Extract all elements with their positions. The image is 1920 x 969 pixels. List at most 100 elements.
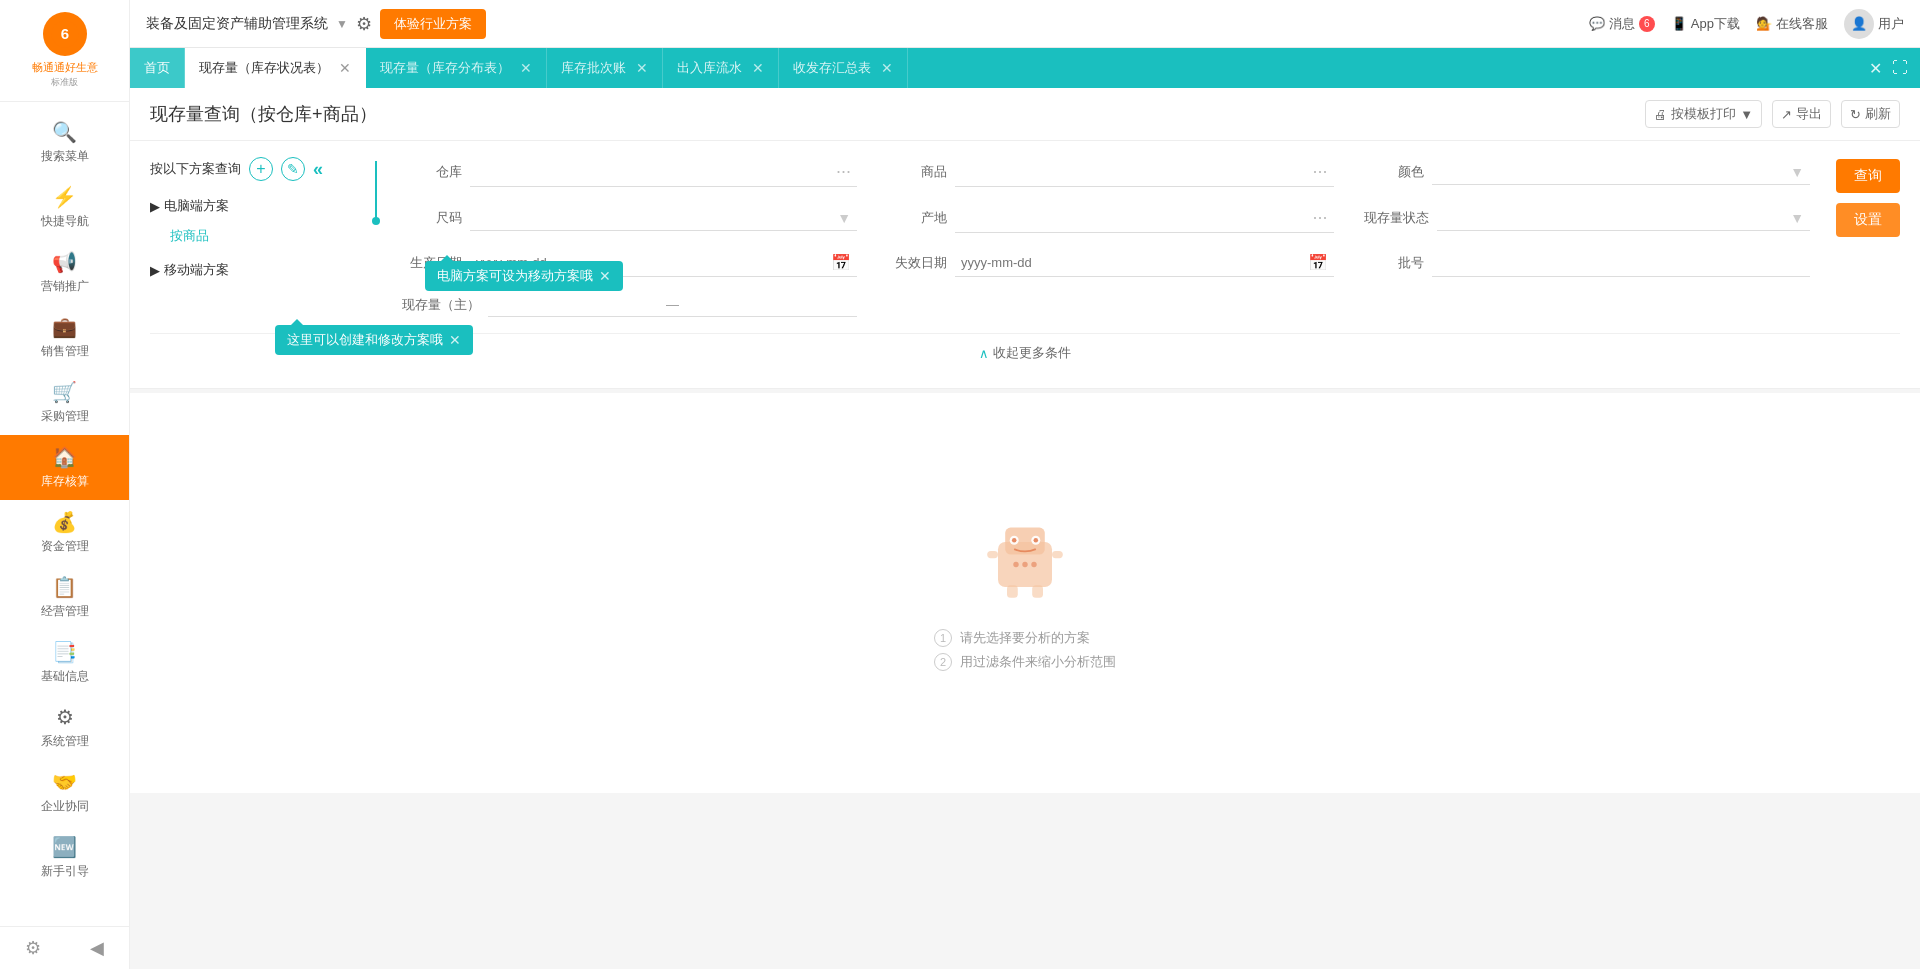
size-label: 尺码 [402, 209, 462, 227]
origin-label: 产地 [887, 209, 947, 227]
tabs-close-all-btn[interactable]: ✕ [1869, 59, 1882, 78]
svg-point-7 [1034, 538, 1039, 543]
tooltip-edit: 这里可以创建和修改方案哦 ✕ [275, 325, 473, 355]
sidebar-item-purchase[interactable]: 🛒 采购管理 [0, 370, 129, 435]
sidebar-label-system: 系统管理 [41, 733, 89, 750]
sidebar-item-enterprise[interactable]: 🤝 企业协同 [0, 760, 129, 825]
header-settings-icon[interactable]: ⚙ [356, 13, 372, 35]
enterprise-icon: 🤝 [52, 770, 77, 794]
sidebar: 6 畅通通好生意 标准版 🔍 搜索菜单 ⚡ 快捷导航 📢 营销推广 💼 销售管理… [0, 0, 130, 969]
sidebar-item-quicknav[interactable]: ⚡ 快捷导航 [0, 175, 129, 240]
logo-area: 6 畅通通好生意 标准版 [0, 0, 129, 102]
scheme-pc-default-label: 按商品 [170, 227, 209, 245]
settings-bottom-btn[interactable]: ⚙ [25, 937, 41, 959]
tab-inventory-status[interactable]: 现存量（库存状况表） ✕ [185, 48, 366, 88]
refresh-btn[interactable]: ↻ 刷新 [1841, 100, 1900, 128]
industry-btn[interactable]: 体验行业方案 [380, 9, 486, 39]
tooltip-scheme-text: 电脑方案可设为移动方案哦 [437, 267, 593, 285]
sidebar-item-system[interactable]: ⚙ 系统管理 [0, 695, 129, 760]
empty-state: 1 请先选择要分析的方案 2 用过滤条件来缩小分析范围 [130, 393, 1920, 793]
operations-icon: 📋 [52, 575, 77, 599]
tab-receive-summary[interactable]: 收发存汇总表 ✕ [779, 48, 908, 88]
scheme-mobile[interactable]: ▶ 移动端方案 [150, 257, 350, 283]
tab-home[interactable]: 首页 [130, 48, 185, 88]
field-warehouse: 仓库 ··· [402, 157, 857, 187]
tab-close-inout-flow[interactable]: ✕ [752, 60, 764, 76]
scheme-back-btn[interactable]: « [313, 159, 323, 180]
warehouse-dots-icon[interactable]: ··· [836, 161, 851, 182]
scheme-edit-btn[interactable]: ✎ [281, 157, 305, 181]
system-name: 装备及固定资产辅助管理系统 [146, 15, 328, 33]
print-template-btn[interactable]: 🖨 按模板打印 ▼ [1645, 100, 1762, 128]
tabs-maximize-btn[interactable]: ⛶ [1892, 59, 1908, 77]
expire-date-label: 失效日期 [887, 254, 947, 272]
reset-btn[interactable]: 设置 [1836, 203, 1900, 237]
tab-close-inventory-dist[interactable]: ✕ [520, 60, 532, 76]
search-btn[interactable]: 查询 [1836, 159, 1900, 193]
scheme-pc-default[interactable]: 按商品 [150, 223, 350, 249]
scheme-add-btn[interactable]: + [249, 157, 273, 181]
page-actions: 🖨 按模板打印 ▼ ↗ 导出 ↻ 刷新 [1645, 100, 1900, 128]
tab-home-label: 首页 [144, 59, 170, 77]
goods-dots-icon[interactable]: ··· [1312, 161, 1327, 182]
tab-batch-ledger[interactable]: 库存批次账 ✕ [547, 48, 663, 88]
tab-close-inventory-status[interactable]: ✕ [339, 60, 351, 76]
batch-no-input[interactable] [1438, 256, 1805, 271]
tab-close-batch-ledger[interactable]: ✕ [636, 60, 648, 76]
finance-icon: 💰 [52, 510, 77, 534]
app-label: App下载 [1691, 15, 1740, 33]
scheme-mobile-arrow: ▶ [150, 263, 160, 278]
prod-date-calendar-icon[interactable]: 📅 [831, 253, 851, 272]
user-area[interactable]: 👤 用户 [1844, 9, 1904, 39]
guide-icon: 🆕 [52, 835, 77, 859]
scheme-mobile-label: 移动端方案 [164, 261, 229, 279]
svg-point-13 [1022, 562, 1027, 567]
main-content: 现存量查询（按仓库+商品） 🖨 按模板打印 ▼ ↗ 导出 ↻ 刷新 按以下方案查… [130, 88, 1920, 969]
collapse-label: 收起更多条件 [993, 344, 1071, 362]
empty-hint-2-text: 用过滤条件来缩小分析范围 [960, 653, 1116, 671]
stock-main-max-input[interactable] [683, 297, 851, 312]
tab-inventory-dist[interactable]: 现存量（库存分布表） ✕ [366, 48, 547, 88]
tab-inout-flow[interactable]: 出入库流水 ✕ [663, 48, 779, 88]
system-dropdown[interactable]: ▼ [336, 17, 348, 31]
sidebar-item-finance[interactable]: 💰 资金管理 [0, 500, 129, 565]
online-support-btn[interactable]: 💁 在线客服 [1756, 15, 1828, 33]
sidebar-item-operations[interactable]: 📋 经营管理 [0, 565, 129, 630]
field-goods: 商品 ··· [887, 157, 1334, 187]
color-label: 颜色 [1364, 163, 1424, 181]
expire-date-calendar-icon[interactable]: 📅 [1308, 253, 1328, 272]
stock-status-dropdown-icon[interactable]: ▼ [1790, 210, 1804, 226]
message-btn[interactable]: 💬 消息 6 [1589, 15, 1655, 33]
print-label: 按模板打印 [1671, 105, 1736, 123]
tooltip-edit-close[interactable]: ✕ [449, 332, 461, 348]
sidebar-item-sales[interactable]: 💼 销售管理 [0, 305, 129, 370]
export-btn[interactable]: ↗ 导出 [1772, 100, 1831, 128]
stock-main-min-input[interactable] [494, 297, 662, 312]
tab-batch-ledger-label: 库存批次账 [561, 59, 626, 77]
system-icon: ⚙ [56, 705, 74, 729]
sidebar-item-basicinfo[interactable]: 📑 基础信息 [0, 630, 129, 695]
sidebar-item-search[interactable]: 🔍 搜索菜单 [0, 110, 129, 175]
expire-date-input[interactable] [961, 255, 1308, 270]
export-label: 导出 [1796, 105, 1822, 123]
sidebar-label-purchase: 采购管理 [41, 408, 89, 425]
color-dropdown-icon[interactable]: ▼ [1790, 164, 1804, 180]
tab-close-receive-summary[interactable]: ✕ [881, 60, 893, 76]
sidebar-item-marketing[interactable]: 📢 营销推广 [0, 240, 129, 305]
scheme-pc-arrow: ▶ [150, 199, 160, 214]
size-dropdown-icon[interactable]: ▼ [837, 210, 851, 226]
sidebar-item-guide[interactable]: 🆕 新手引导 [0, 825, 129, 890]
message-icon: 💬 [1589, 16, 1605, 31]
inventory-icon: 🏠 [52, 445, 77, 469]
origin-dots-icon[interactable]: ··· [1312, 207, 1327, 228]
header-left: 装备及固定资产辅助管理系统 ▼ ⚙ 体验行业方案 [146, 9, 486, 39]
sidebar-item-inventory[interactable]: 🏠 库存核算 [0, 435, 129, 500]
scheme-pc-label: 电脑端方案 [164, 197, 229, 215]
collapse-sidebar-btn[interactable]: ◀ [90, 937, 104, 959]
tooltip-scheme-close[interactable]: ✕ [599, 268, 611, 284]
app-download-btn[interactable]: 📱 App下载 [1671, 15, 1740, 33]
page-title: 现存量查询（按仓库+商品） [150, 102, 377, 126]
scheme-pc[interactable]: ▶ 电脑端方案 [150, 193, 350, 219]
empty-hint-1: 1 请先选择要分析的方案 [934, 629, 1116, 647]
hint-num-1: 1 [934, 629, 952, 647]
